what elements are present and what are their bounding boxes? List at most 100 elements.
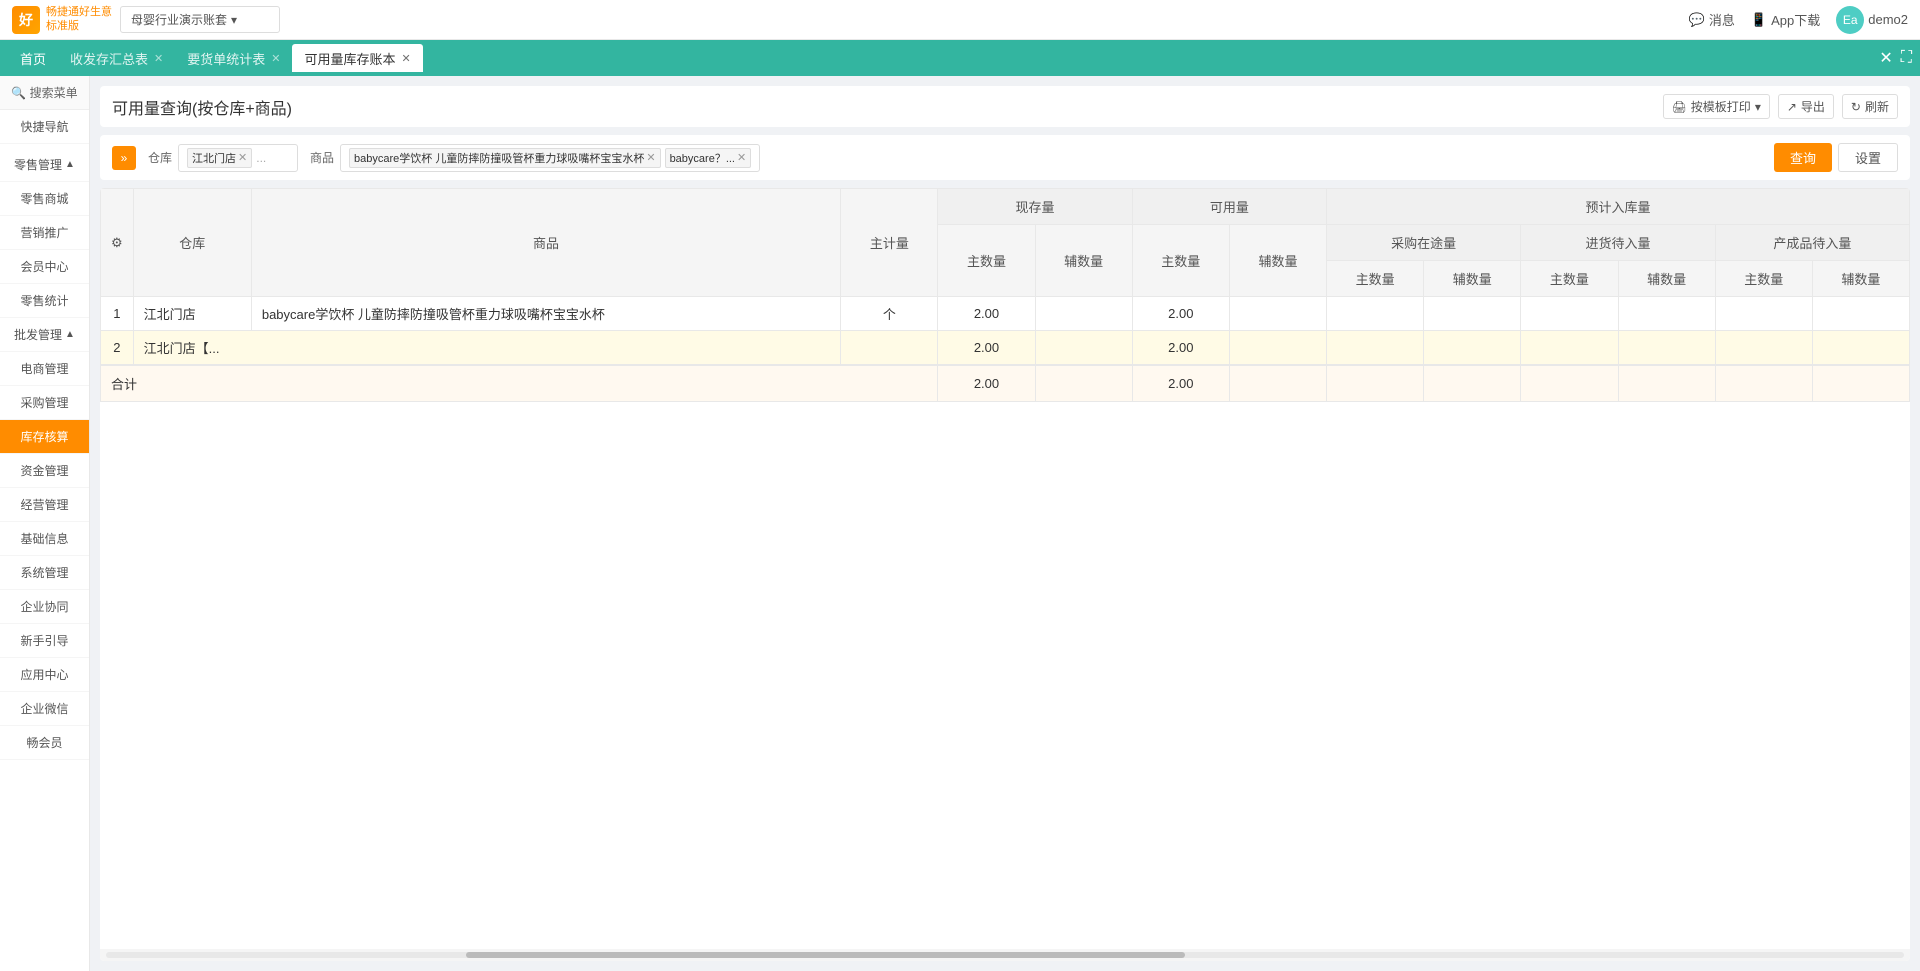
tab-close-all-icon[interactable]: ✕ — [1879, 48, 1892, 68]
product-input[interactable]: babycare学饮杯 儿童防摔防撞吸管杯重力球吸嘴杯宝宝水杯 ✕ babyca… — [340, 144, 760, 172]
header-left: 好 畅捷通好生意 标准版 母婴行业演示账套 ▾ — [12, 6, 280, 34]
industry-selector[interactable]: 母婴行业演示账套 ▾ — [120, 6, 280, 33]
message-icon: 💬 — [1689, 12, 1705, 28]
tab-bar-right: ✕ ⛶ — [1879, 48, 1912, 68]
cell-inc-aux — [1618, 297, 1715, 331]
tab-keyongliang[interactable]: 可用量库存账本 ✕ — [292, 44, 422, 72]
warehouse-input[interactable]: 江北门店 ✕ ... — [178, 144, 298, 172]
cell-current-main: 2.00 — [938, 297, 1035, 331]
th-gear[interactable]: ⚙ — [101, 189, 134, 297]
query-button[interactable]: 查询 — [1774, 143, 1832, 172]
sidebar-item-quick-nav[interactable]: 快捷导航 — [0, 110, 89, 144]
sidebar-item-operations[interactable]: 经营管理 — [0, 488, 89, 522]
th-warehouse: 仓库 — [133, 189, 251, 297]
sidebar-item-retail-stats[interactable]: 零售统计 — [0, 284, 89, 318]
sidebar-item-new-guide[interactable]: 新手引导 — [0, 624, 89, 658]
remove-tag-icon[interactable]: ✕ — [238, 151, 247, 164]
scroll-thumb[interactable] — [466, 952, 1185, 958]
more-dots[interactable]: ... — [256, 151, 266, 165]
tab-yaohuo[interactable]: 要货单统计表 ✕ — [175, 44, 292, 72]
sidebar: 🔍 搜索菜单 快捷导航 零售管理 ▲ 零售商城 营销推广 会员中心 零售统计 — [0, 76, 90, 971]
refresh-button[interactable]: ↻ 刷新 — [1842, 94, 1898, 119]
cell-avail-main: 2.00 — [1132, 297, 1229, 331]
sidebar-item-inventory[interactable]: 库存核算 — [0, 420, 89, 454]
th-current-main: 主数量 — [938, 225, 1035, 297]
export-button[interactable]: ↗ 导出 — [1778, 94, 1834, 119]
filter-bar: » 仓库 江北门店 ✕ ... 商品 — [100, 135, 1910, 180]
chevron-down-icon: ▾ — [1755, 100, 1761, 114]
tab-home[interactable]: 首页 — [8, 49, 58, 68]
tab-close-icon[interactable]: ✕ — [402, 52, 411, 65]
message-button[interactable]: 💬 消息 — [1689, 10, 1735, 29]
sidebar-nav: 零售管理 ▲ 零售商城 营销推广 会员中心 零售统计 批发管理 ▲ 电商管理 — [0, 144, 89, 764]
refresh-icon: ↻ — [1851, 100, 1861, 114]
sidebar-item-retail-mgmt[interactable]: 零售管理 ▲ — [0, 148, 89, 182]
th-pur-transit: 采购在途量 — [1327, 225, 1521, 261]
th-available: 可用量 — [1132, 189, 1326, 225]
th-current-stock: 现存量 — [938, 189, 1132, 225]
print-icon: 🖨 — [1672, 100, 1687, 114]
chevron-icon: ▲ — [65, 329, 75, 340]
th-prod-aux: 辅数量 — [1812, 261, 1909, 297]
sidebar-item-ecommerce[interactable]: 电商管理 — [0, 352, 89, 386]
warehouse-tag: 江北门店 ✕ — [187, 148, 252, 168]
cell-product: babycare学饮杯 儿童防摔防撞吸管杯重力球吸嘴杯宝宝水杯 — [251, 297, 840, 331]
sidebar-search[interactable]: 🔍 搜索菜单 — [0, 76, 89, 110]
setting-button[interactable]: 设置 — [1838, 143, 1898, 172]
chevron-icon: ▲ — [65, 159, 75, 170]
sidebar-item-retail-mall[interactable]: 零售商城 — [0, 182, 89, 216]
user-profile[interactable]: Ea demo2 — [1836, 6, 1908, 34]
th-avail-aux: 辅数量 — [1229, 225, 1326, 297]
th-current-aux: 辅数量 — [1035, 225, 1132, 297]
sidebar-item-wholesale[interactable]: 批发管理 ▲ — [0, 318, 89, 352]
sidebar-item-member[interactable]: 会员中心 — [0, 250, 89, 284]
sidebar-item-marketing[interactable]: 营销推广 — [0, 216, 89, 250]
tab-maximize-icon[interactable]: ⛶ — [1901, 49, 1912, 67]
filter-expand-button[interactable]: » — [112, 146, 136, 170]
tab-close-icon[interactable]: ✕ — [271, 52, 280, 65]
page-title: 可用量查询(按仓库+商品) — [112, 95, 292, 119]
content-area: 可用量查询(按仓库+商品) 🖨 按模板打印 ▾ ↗ 导出 ↻ 刷新 — [90, 76, 1920, 971]
top-header: 好 畅捷通好生意 标准版 母婴行业演示账套 ▾ 💬 消息 📱 App下载 Ea … — [0, 0, 1920, 40]
tab-shoufa[interactable]: 收发存汇总表 ✕ — [58, 44, 175, 72]
horizontal-scrollbar[interactable] — [100, 949, 1910, 961]
remove-tag-icon[interactable]: ✕ — [646, 151, 655, 164]
header-right: 💬 消息 📱 App下载 Ea demo2 — [1689, 6, 1908, 34]
sidebar-item-basic-info[interactable]: 基础信息 — [0, 522, 89, 556]
title-actions: 🖨 按模板打印 ▾ ↗ 导出 ↻ 刷新 — [1663, 94, 1898, 119]
sidebar-item-wechat-work[interactable]: 企业微信 — [0, 692, 89, 726]
sidebar-item-system[interactable]: 系统管理 — [0, 556, 89, 590]
cell-pur-aux — [1424, 297, 1521, 331]
subtotal-row: 2 江北门店【... 2.00 2.00 — [101, 331, 1910, 366]
th-expected-in: 预计入库量 — [1327, 189, 1910, 225]
th-product: 商品 — [251, 189, 840, 297]
footer-avail-main: 2.00 — [1132, 365, 1229, 402]
chevron-down-icon: ▾ — [231, 13, 237, 27]
sidebar-item-purchase[interactable]: 采购管理 — [0, 386, 89, 420]
filter-product-field: 商品 babycare学饮杯 儿童防摔防撞吸管杯重力球吸嘴杯宝宝水杯 ✕ bab… — [310, 144, 760, 172]
page-title-bar: 可用量查询(按仓库+商品) 🖨 按模板打印 ▾ ↗ 导出 ↻ 刷新 — [100, 86, 1910, 127]
tab-close-icon[interactable]: ✕ — [154, 52, 163, 65]
cell-subtotal-warehouse: 江北门店【... — [133, 331, 841, 366]
th-prod-main: 主数量 — [1715, 261, 1812, 297]
th-incoming: 进货待入量 — [1521, 225, 1715, 261]
footer-current-main: 2.00 — [938, 365, 1035, 402]
th-inc-aux: 辅数量 — [1618, 261, 1715, 297]
product-label: 商品 — [310, 149, 334, 166]
sidebar-item-member2[interactable]: 畅会员 — [0, 726, 89, 760]
sidebar-item-app-center[interactable]: 应用中心 — [0, 658, 89, 692]
th-unit: 主计量 — [841, 189, 938, 297]
filter-actions: 查询 设置 — [1774, 143, 1898, 172]
warehouse-label: 仓库 — [148, 149, 172, 166]
filter-warehouse-field: 仓库 江北门店 ✕ ... — [148, 144, 298, 172]
sidebar-item-finance[interactable]: 资金管理 — [0, 454, 89, 488]
th-production: 产成品待入量 — [1715, 225, 1909, 261]
remove-tag-icon[interactable]: ✕ — [737, 151, 746, 164]
th-avail-main: 主数量 — [1132, 225, 1229, 297]
table-wrapper: ⚙ 仓库 商品 主计量 现存量 可用量 预计入库量 主数量 — [100, 188, 1910, 961]
sidebar-item-enterprise-collab[interactable]: 企业协同 — [0, 590, 89, 624]
scroll-track — [106, 952, 1904, 958]
template-print-button[interactable]: 🖨 按模板打印 ▾ — [1663, 94, 1770, 119]
app-download-button[interactable]: 📱 App下载 — [1751, 10, 1820, 29]
data-table: ⚙ 仓库 商品 主计量 现存量 可用量 预计入库量 主数量 — [100, 188, 1910, 402]
